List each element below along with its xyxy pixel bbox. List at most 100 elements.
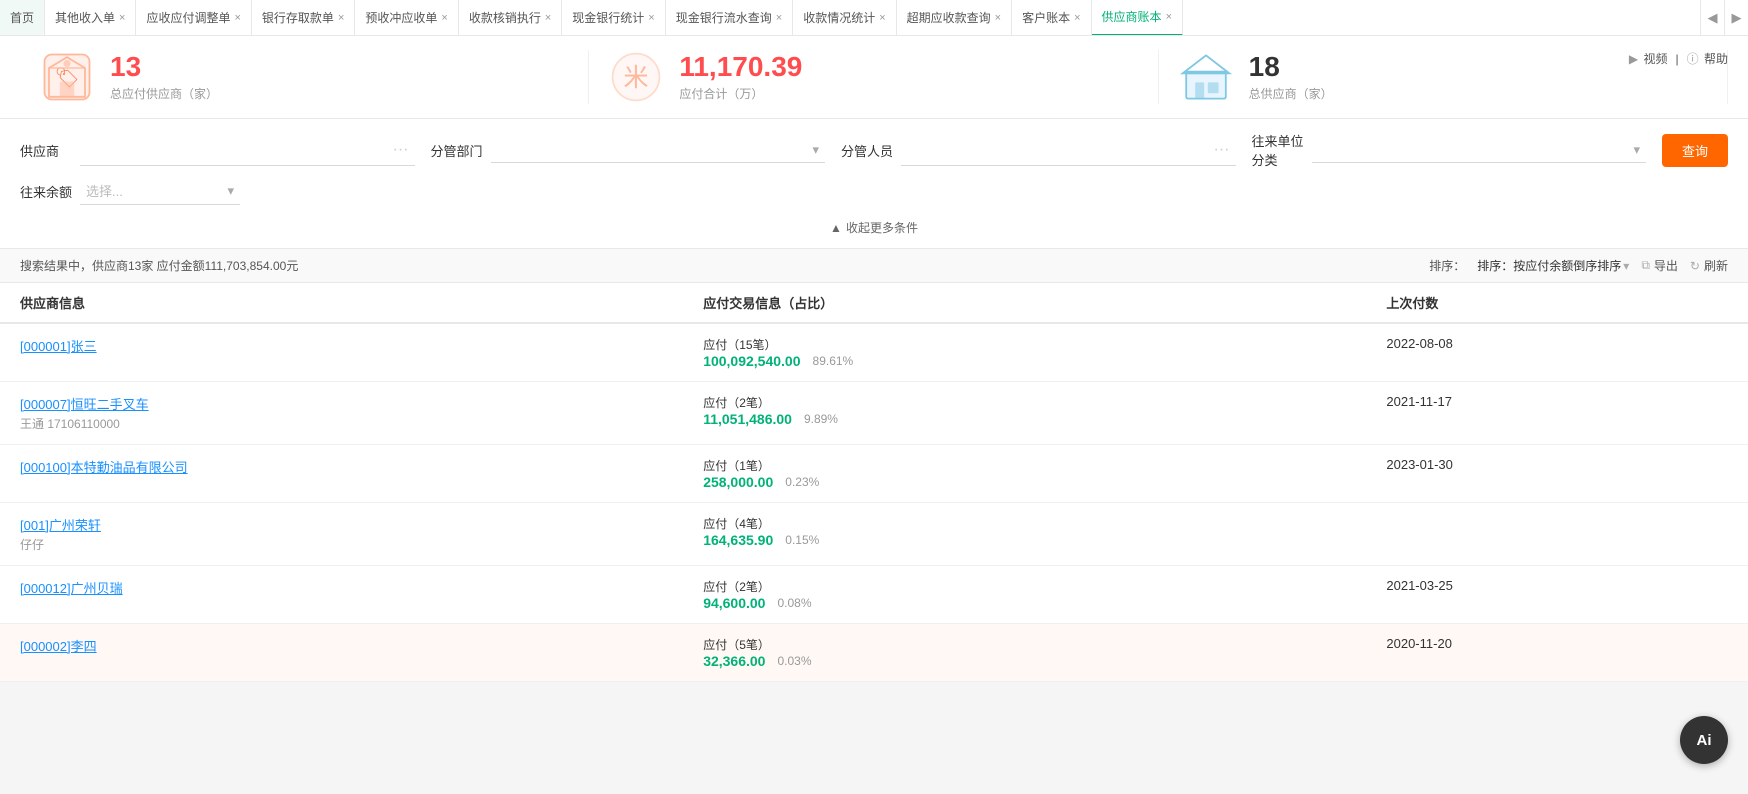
supplier-link-0[interactable]: [000001]张三 (20, 339, 97, 354)
payable-amount-0[interactable]: 100,092,540.00 (703, 353, 800, 369)
balance-select-display[interactable]: 选择... (86, 181, 227, 200)
payable-amount-1[interactable]: 11,051,486.00 (703, 411, 792, 427)
person-input[interactable] (907, 138, 1214, 161)
nav-tab-7[interactable]: 现金银行流水查询× (666, 0, 793, 36)
payable-pct-5: 0.03% (777, 654, 811, 668)
stat2-value: 11,170.39 (679, 53, 802, 81)
last-payment-cell-3 (1386, 515, 1728, 553)
supplier-link-5[interactable]: [000002]李四 (20, 639, 97, 654)
person-filter-group: 分管人员 ··· (841, 134, 1236, 166)
stat-total-payable-amount: 米 11,170.39 应付合计（万） (589, 50, 1158, 104)
nav-tab-9[interactable]: 超期应收款查询× (897, 0, 1012, 36)
payable-pct-1: 9.89% (804, 412, 838, 426)
store-icon (1179, 50, 1233, 104)
nav-tab-close-10[interactable]: × (1074, 12, 1080, 24)
supplier-link-4[interactable]: [000012]广州贝瑞 (20, 581, 123, 596)
dept-filter-group: 分管部门 ▾ (431, 138, 826, 163)
payable-amount-4[interactable]: 94,600.00 (703, 595, 765, 611)
payable-note-1: 应付（2笔） (703, 394, 1386, 411)
supplier-info-cell-0: [000001]张三 (20, 336, 703, 369)
header-col3: 上次付数 (1386, 293, 1728, 312)
table-row: [000007]恒旺二手叉车王通 17106110000应付（2笔）11,051… (0, 382, 1748, 445)
export-icon: ⧉ (1641, 258, 1650, 273)
nav-tab-close-2[interactable]: × (234, 12, 240, 24)
payable-note-0: 应付（15笔） (703, 336, 1386, 353)
last-payment-cell-5: 2020-11-20 (1386, 636, 1728, 669)
payable-note-2: 应付（1笔） (703, 457, 1386, 474)
export-button[interactable]: ⧉ 导出 (1641, 257, 1678, 274)
nav-tab-close-1[interactable]: × (119, 12, 125, 24)
collapse-button[interactable]: ▲ 收起更多条件 (20, 213, 1728, 240)
video-link[interactable]: ▶ 视频 (1629, 50, 1668, 67)
last-payment-cell-4: 2021-03-25 (1386, 578, 1728, 611)
filter-row-2: 往来余额 选择... ▾ (20, 177, 1728, 205)
nav-tab-3[interactable]: 银行存取款单× (252, 0, 355, 36)
collapse-label: 收起更多条件 (846, 219, 918, 236)
result-bar: 搜索结果中，供应商13家 应付金额111,703,854.00元 排序： 排序：… (0, 249, 1748, 283)
supplier-info-cell-2: [000100]本特勤油品有限公司 (20, 457, 703, 490)
nav-tab-8[interactable]: 收款情况统计× (793, 0, 896, 36)
nav-tab-close-9[interactable]: × (995, 12, 1001, 24)
sort-select[interactable]: 排序：按应付余额倒序排序 ▾ (1477, 257, 1629, 274)
nav-tab-close-4[interactable]: × (441, 12, 447, 24)
nav-prev-arrow[interactable]: ◀ (1700, 0, 1724, 36)
nav-tab-close-11[interactable]: × (1166, 11, 1172, 23)
category-filter-label: 往来单位分类 (1252, 131, 1312, 169)
nav-tab-close-5[interactable]: × (545, 12, 551, 24)
table-row: [000100]本特勤油品有限公司 应付（1笔）258,000.00 0.23% 20… (0, 445, 1748, 503)
nav-tab-0[interactable]: 首页 (0, 0, 45, 36)
help-link[interactable]: ⓘ 帮助 (1687, 50, 1728, 67)
payable-amount-2[interactable]: 258,000.00 (703, 474, 773, 490)
supplier-input[interactable] (86, 138, 393, 161)
last-payment-cell-0: 2022-08-08 (1386, 336, 1728, 369)
nav-tab-4[interactable]: 预收冲应收单× (355, 0, 458, 36)
supplier-info-cell-3: [001]广州荣轩仔仔 (20, 515, 703, 553)
payable-amount-3[interactable]: 164,635.90 (703, 532, 773, 548)
payable-pct-0: 89.61% (813, 354, 854, 368)
supplier-link-3[interactable]: [001]广州荣轩 (20, 518, 101, 533)
nav-tab-close-8[interactable]: × (879, 12, 885, 24)
search-button[interactable]: 查询 (1662, 134, 1728, 167)
nav-tab-1[interactable]: 其他收入单× (45, 0, 136, 36)
header-col2: 应付交易信息（占比） (703, 293, 1386, 312)
payable-pct-2: 0.23% (785, 475, 819, 489)
dept-filter-label: 分管部门 (431, 141, 491, 160)
payable-info-cell-5: 应付（5笔）32,366.000.03% (703, 636, 1386, 669)
supplier-filter-group: 供应商 ··· (20, 134, 415, 166)
filter-row-1: 供应商 ··· 分管部门 ▾ 分管人员 ··· 往来单位分类 (20, 131, 1728, 169)
stats-bar: 🏷 13 总应付供应商（家） 米 11,170.39 应付合计（万） (0, 36, 1748, 119)
nav-tab-close-6[interactable]: × (648, 12, 654, 24)
payable-note-3: 应付（4笔） (703, 515, 1386, 532)
payable-pct-3: 0.15% (785, 533, 819, 547)
nav-tab-10[interactable]: 客户账本× (1012, 0, 1091, 36)
stat3-value: 18 (1249, 53, 1333, 81)
category-chevron-icon: ▾ (1633, 142, 1640, 158)
divider: | (1676, 52, 1679, 66)
sort-label: 排序： (1429, 257, 1465, 274)
nav-tab-5[interactable]: 收款核销执行× (459, 0, 562, 36)
table-rows-container: [000001]张三 应付（15笔）100,092,540.00 89.61% 202… (0, 324, 1748, 682)
amount-icon: 米 (609, 50, 663, 104)
person-dots: ··· (1214, 141, 1230, 159)
supplier-filter-label: 供应商 (20, 141, 80, 160)
top-right-links: ▶ 视频 | ⓘ 帮助 (1629, 50, 1728, 67)
refresh-button[interactable]: ↻ 刷新 (1690, 257, 1728, 274)
nav-tab-close-3[interactable]: × (338, 12, 344, 24)
supplier-link-2[interactable]: [000100]本特勤油品有限公司 (20, 460, 188, 475)
category-filter-group: 往来单位分类 ▾ (1252, 131, 1647, 169)
last-payment-cell-2: 2023-01-30 (1386, 457, 1728, 490)
ai-assistant-button[interactable]: Ai (1680, 716, 1728, 764)
stat1-label: 总应付供应商（家） (110, 85, 218, 102)
table-row: [000012]广州贝瑞 应付（2笔）94,600.000.08%2021-03-… (0, 566, 1748, 624)
supplier-link-1[interactable]: [000007]恒旺二手叉车 (20, 397, 149, 412)
supplier-sub-1: 王通 17106110000 (20, 415, 703, 432)
stat1-value: 13 (110, 53, 218, 81)
nav-tab-close-7[interactable]: × (776, 12, 782, 24)
payable-amount-5[interactable]: 32,366.00 (703, 653, 765, 669)
nav-next-arrow[interactable]: ▶ (1724, 0, 1748, 36)
table-header: 供应商信息 应付交易信息（占比） 上次付数 (0, 283, 1748, 324)
nav-tab-6[interactable]: 现金银行统计× (562, 0, 665, 36)
nav-tab-11[interactable]: 供应商账本× (1092, 0, 1183, 36)
payable-info-cell-4: 应付（2笔）94,600.000.08% (703, 578, 1386, 611)
nav-tab-2[interactable]: 应收应付调整单× (136, 0, 251, 36)
